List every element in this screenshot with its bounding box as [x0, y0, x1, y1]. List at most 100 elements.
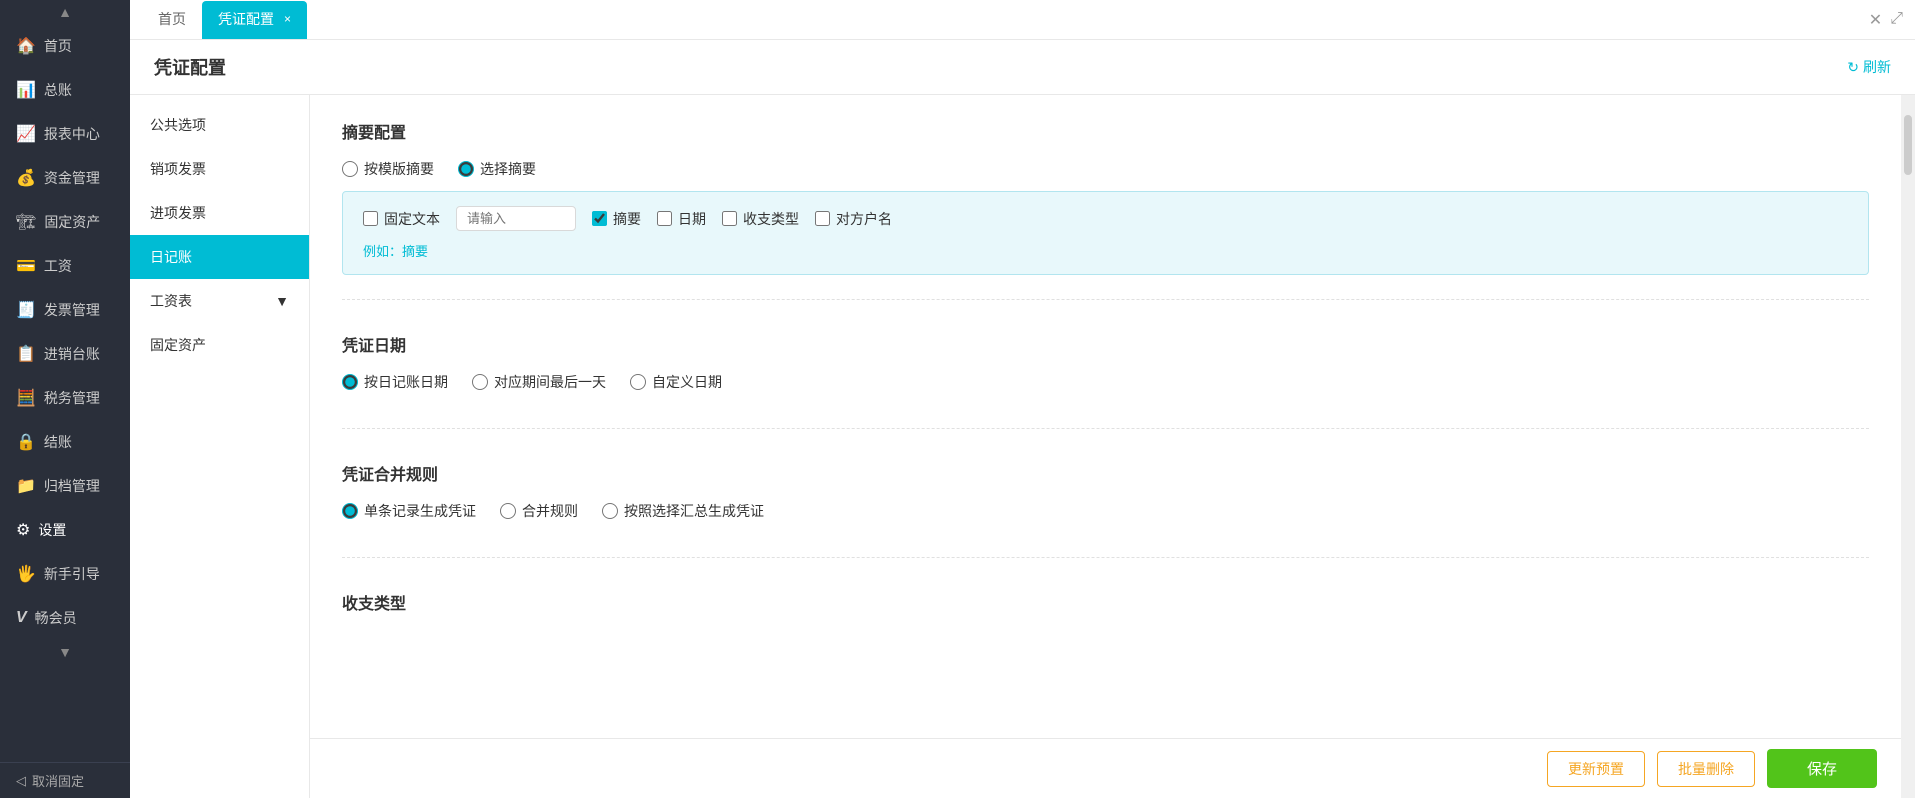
sidebar-item-home[interactable]: 🏠 首页 — [0, 24, 130, 68]
sidebar-item-assets[interactable]: 🏗 固定资产 — [0, 200, 130, 244]
radio-summary-gen-input[interactable] — [602, 503, 618, 519]
checkbox-counterpart[interactable]: 对方户名 — [815, 209, 892, 229]
radio-last-day[interactable]: 对应期间最后一天 — [472, 372, 606, 392]
sidebar-item-funds[interactable]: 💰 资金管理 — [0, 156, 130, 200]
tab-close-btn[interactable]: × — [284, 12, 291, 26]
sidebar-item-settings[interactable]: ⚙ 设置 — [0, 508, 130, 552]
radio-merge-label: 合并规则 — [522, 501, 578, 521]
radio-last-day-label: 对应期间最后一天 — [494, 372, 606, 392]
sidebar-item-tax[interactable]: 🧮 税务管理 — [0, 376, 130, 420]
sidebar-unpin[interactable]: ◁ 取消固定 — [0, 762, 130, 798]
merge-radio-group: 单条记录生成凭证 合并规则 按照选择汇总生成凭证 — [342, 501, 1869, 521]
sidebar-scroll-up[interactable]: ▲ — [0, 0, 130, 24]
tab-voucher-config[interactable]: 凭证配置 × — [202, 1, 307, 39]
section-summary-config: 摘要配置 按模版摘要 选择摘要 — [342, 119, 1869, 300]
sidebar-item-ledger[interactable]: 📊 总账 — [0, 68, 130, 112]
radio-single-input[interactable] — [342, 503, 358, 519]
radio-template-summary[interactable]: 按模版摘要 — [342, 159, 434, 179]
fixed-text-input[interactable] — [456, 206, 576, 231]
nav-item-fixed-assets[interactable]: 固定资产 — [130, 323, 309, 367]
right-content: 摘要配置 按模版摘要 选择摘要 — [310, 95, 1901, 738]
nav-item-sales-invoice[interactable]: 销项发票 — [130, 147, 309, 191]
section-title-date: 凭证日期 — [342, 332, 1869, 356]
radio-custom-date[interactable]: 自定义日期 — [630, 372, 722, 392]
radio-select-input[interactable] — [458, 161, 474, 177]
member-icon: V — [16, 609, 27, 627]
chevron-down-icon: ▼ — [275, 293, 289, 309]
sidebar-label-closing: 结账 — [44, 432, 72, 452]
tab-home[interactable]: 首页 — [142, 1, 202, 39]
checkbox-fixed-text-input[interactable] — [363, 211, 378, 226]
refresh-button[interactable]: ↻ 刷新 — [1847, 57, 1891, 77]
sidebar-item-guide[interactable]: 🖐 新手引导 — [0, 552, 130, 596]
scrollbar-track[interactable] — [1901, 95, 1915, 798]
invoice-icon: 🧾 — [16, 300, 36, 320]
checkbox-counterpart-input[interactable] — [815, 211, 830, 226]
section-title-income: 收支类型 — [342, 590, 1869, 614]
checkbox-income-type[interactable]: 收支类型 — [722, 209, 799, 229]
radio-summary-gen[interactable]: 按照选择汇总生成凭证 — [602, 501, 764, 521]
content-area: 凭证配置 ↻ 刷新 公共选项 销项发票 进项发票 日记账 — [130, 40, 1915, 798]
sidebar-label-invoice: 发票管理 — [44, 300, 100, 320]
section-title-summary: 摘要配置 — [342, 119, 1869, 143]
section-voucher-date: 凭证日期 按日记账日期 对应期间最后一天 — [342, 332, 1869, 429]
scrollbar-thumb[interactable] — [1904, 115, 1912, 175]
checkbox-fixed-text[interactable]: 固定文本 — [363, 209, 440, 229]
nav-item-purchase-invoice[interactable]: 进项发票 — [130, 191, 309, 235]
summary-radio-group: 按模版摘要 选择摘要 — [342, 159, 1869, 179]
guide-icon: 🖐 — [16, 564, 36, 584]
radio-custom-date-input[interactable] — [630, 374, 646, 390]
radio-single[interactable]: 单条记录生成凭证 — [342, 501, 476, 521]
assets-icon: 🏗 — [16, 212, 36, 232]
left-nav: 公共选项 销项发票 进项发票 日记账 工资表 ▼ 固定资产 — [130, 95, 310, 798]
sidebar-item-member[interactable]: V 畅会员 — [0, 596, 130, 640]
radio-merge[interactable]: 合并规则 — [500, 501, 578, 521]
date-radio-group: 按日记账日期 对应期间最后一天 自定义日期 — [342, 372, 1869, 392]
summary-example: 例如：摘要 — [363, 241, 1848, 260]
sidebar-item-reports[interactable]: 📈 报表中心 — [0, 112, 130, 156]
radio-select-label: 选择摘要 — [480, 159, 536, 179]
checkbox-date-label: 日期 — [678, 209, 706, 229]
window-resize-icon[interactable]: ⤢ — [1890, 10, 1903, 30]
radio-last-day-input[interactable] — [472, 374, 488, 390]
closing-icon: 🔒 — [16, 432, 36, 452]
nav-item-salary[interactable]: 工资表 ▼ — [130, 279, 309, 323]
radio-merge-input[interactable] — [500, 503, 516, 519]
sidebar-item-sales[interactable]: 📋 进销台账 — [0, 332, 130, 376]
sidebar-label-sales: 进销台账 — [44, 344, 100, 364]
sidebar-scroll-down[interactable]: ▼ — [0, 640, 130, 664]
update-preset-button[interactable]: 更新预置 — [1547, 751, 1645, 787]
sidebar-item-invoice[interactable]: 🧾 发票管理 — [0, 288, 130, 332]
tax-icon: 🧮 — [16, 388, 36, 408]
radio-template-input[interactable] — [342, 161, 358, 177]
nav-label-purchase-invoice: 进项发票 — [150, 203, 206, 223]
nav-item-journal[interactable]: 日记账 — [130, 235, 309, 279]
checkbox-income-type-label: 收支类型 — [743, 209, 799, 229]
radio-journal-date-input[interactable] — [342, 374, 358, 390]
checkbox-date-input[interactable] — [657, 211, 672, 226]
batch-delete-button[interactable]: 批量删除 — [1657, 751, 1755, 787]
home-icon: 🏠 — [16, 36, 36, 56]
sidebar-label-home: 首页 — [44, 36, 72, 56]
checkbox-date[interactable]: 日期 — [657, 209, 706, 229]
sidebar-label-reports: 报表中心 — [44, 124, 100, 144]
checkbox-income-type-input[interactable] — [722, 211, 737, 226]
tab-home-label: 首页 — [158, 9, 186, 29]
radio-journal-date[interactable]: 按日记账日期 — [342, 372, 448, 392]
pin-icon: ◁ — [16, 773, 26, 789]
checkbox-summary[interactable]: 摘要 — [592, 209, 641, 229]
sidebar-item-payroll[interactable]: 💳 工资 — [0, 244, 130, 288]
sidebar-item-closing[interactable]: 🔒 结账 — [0, 420, 130, 464]
summary-config-box: 固定文本 摘要 日期 — [342, 191, 1869, 275]
checkbox-summary-label: 摘要 — [613, 209, 641, 229]
checkbox-summary-input[interactable] — [592, 211, 607, 226]
tab-bar: 首页 凭证配置 × ✕ ⤢ — [130, 0, 1915, 40]
funds-icon: 💰 — [16, 168, 36, 188]
nav-label-fixed-assets: 固定资产 — [150, 335, 206, 355]
nav-item-public[interactable]: 公共选项 — [130, 103, 309, 147]
sidebar-item-archive[interactable]: 📁 归档管理 — [0, 464, 130, 508]
radio-select-summary[interactable]: 选择摘要 — [458, 159, 536, 179]
checkbox-fixed-text-label: 固定文本 — [384, 209, 440, 229]
window-close-icon[interactable]: ✕ — [1869, 10, 1882, 30]
save-button[interactable]: 保存 — [1767, 749, 1877, 788]
